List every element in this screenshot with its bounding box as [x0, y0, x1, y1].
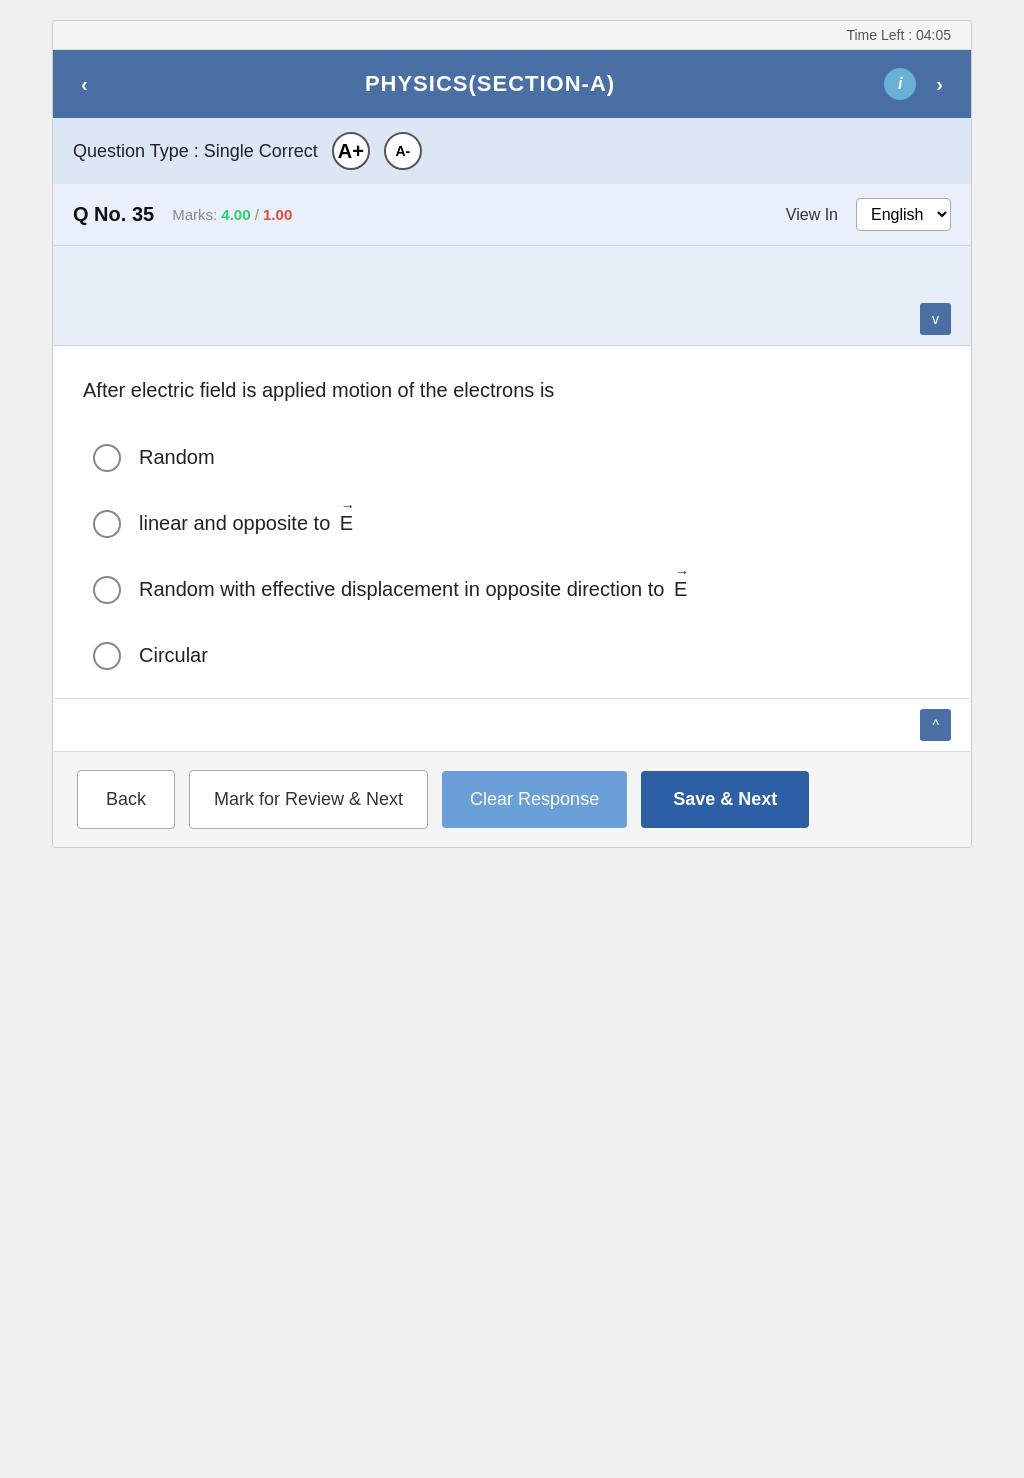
option-item-3[interactable]: Random with effective displacement in op…: [93, 574, 931, 604]
option-label-1: Random: [139, 442, 215, 472]
info-icon-button[interactable]: i: [884, 68, 916, 100]
option-radio-1[interactable]: [93, 444, 121, 472]
options-list: Random linear and opposite to →E Random …: [83, 442, 941, 670]
section-title: PHYSICS(SECTION-A): [96, 71, 885, 97]
option-label-4: Circular: [139, 640, 208, 670]
marks-label: Marks: 4.00 / 1.00: [172, 206, 292, 223]
vector-e-2: →E: [340, 508, 353, 538]
question-type-label: Question Type : Single Correct: [73, 141, 318, 162]
time-left-label: Time Left : 04:05: [846, 27, 951, 43]
section-header: ‹ PHYSICS(SECTION-A) i ›: [53, 50, 971, 118]
negative-marks: 1.00: [263, 206, 292, 223]
option-radio-2[interactable]: [93, 510, 121, 538]
question-type-bar: Question Type : Single Correct A+ A-: [53, 118, 971, 184]
save-next-button[interactable]: Save & Next: [641, 771, 809, 828]
positive-marks: 4.00: [221, 206, 250, 223]
clear-response-button[interactable]: Clear Response: [442, 771, 627, 828]
scroll-up-area: ^: [53, 698, 971, 751]
view-in-label: View In: [786, 206, 838, 224]
option-radio-4[interactable]: [93, 642, 121, 670]
question-content: After electric field is applied motion o…: [53, 346, 971, 698]
option-label-2: linear and opposite to →E: [139, 508, 359, 538]
scroll-up-button[interactable]: ^: [920, 709, 951, 741]
font-decrease-button[interactable]: A-: [384, 132, 422, 170]
prev-section-button[interactable]: ‹: [73, 69, 96, 100]
time-bar: Time Left : 04:05: [53, 21, 971, 50]
question-number: Q No. 35: [73, 203, 154, 226]
mark-review-button[interactable]: Mark for Review & Next: [189, 770, 428, 829]
option-label-3: Random with effective displacement in op…: [139, 574, 693, 604]
next-section-button[interactable]: ›: [928, 69, 951, 100]
option-item-1[interactable]: Random: [93, 442, 931, 472]
back-button[interactable]: Back: [77, 770, 175, 829]
font-increase-button[interactable]: A+: [332, 132, 370, 170]
footer-bar: Back Mark for Review & Next Clear Respon…: [53, 751, 971, 847]
image-area: v: [53, 246, 971, 346]
main-container: Time Left : 04:05 ‹ PHYSICS(SECTION-A) i…: [52, 20, 972, 848]
language-select[interactable]: English Hindi: [856, 198, 951, 231]
question-text: After electric field is applied motion o…: [83, 374, 941, 406]
option-radio-3[interactable]: [93, 576, 121, 604]
vector-e-3: →E: [674, 574, 687, 604]
question-number-bar: Q No. 35 Marks: 4.00 / 1.00 View In Engl…: [53, 184, 971, 246]
option-item-2[interactable]: linear and opposite to →E: [93, 508, 931, 538]
option-item-4[interactable]: Circular: [93, 640, 931, 670]
scroll-down-button[interactable]: v: [920, 303, 951, 335]
